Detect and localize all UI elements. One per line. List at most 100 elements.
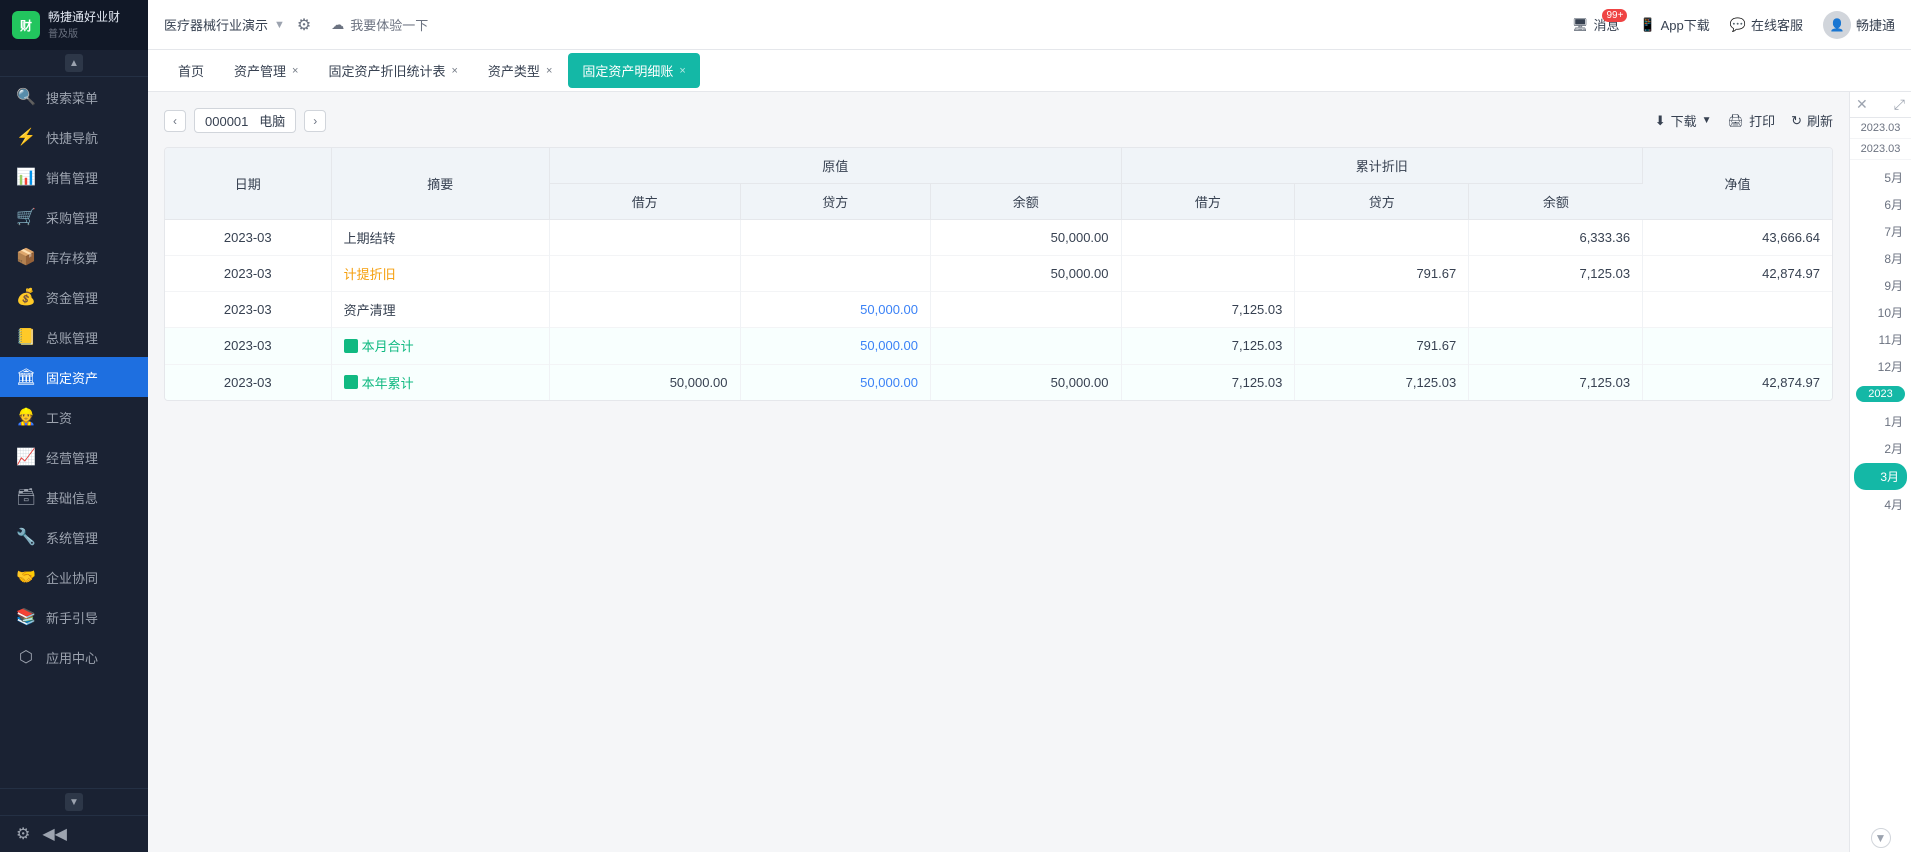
tab-asset-type[interactable]: 资产类型 × [474, 53, 566, 88]
purchase-icon: 🛒 [16, 207, 36, 227]
table-row: 2023-03计提折旧50,000.00791.677,125.0342,874… [165, 256, 1832, 292]
timeline-2023-4[interactable]: 4月 [1850, 491, 1911, 518]
tab-depreciation-close[interactable]: × [451, 65, 457, 77]
timeline-month-10[interactable]: 10月 [1850, 299, 1911, 326]
app-logo-icon: 财 [12, 11, 40, 39]
tab-fixed-asset-depreciation[interactable]: 固定资产折旧统计表 × [314, 53, 471, 88]
sidebar-item-app-center[interactable]: ⬡ 应用中心 [0, 637, 148, 677]
cooperation-icon: 🤝 [16, 567, 36, 587]
sidebar-scroll-down[interactable]: ▼ [65, 793, 83, 811]
timeline-month-12[interactable]: 12月 [1850, 353, 1911, 380]
download-label: 下载 [1671, 111, 1697, 130]
sidebar-item-payroll[interactable]: 👷 工资 [0, 397, 148, 437]
customer-service-label: 在线客服 [1751, 15, 1803, 34]
timeline-2023-3[interactable]: 3月 [1854, 463, 1907, 490]
refresh-icon: ↻ [1791, 113, 1802, 129]
app-center-icon: ⬡ [16, 647, 36, 667]
th-original-credit: 贷方 [740, 184, 930, 220]
sidebar-item-fixed-assets[interactable]: 🏛 固定资产 [0, 357, 148, 397]
collapse-icon[interactable]: ◀◀ [42, 824, 67, 844]
print-button[interactable]: 🖨 打印 [1728, 111, 1776, 130]
sales-icon: 📊 [16, 167, 36, 187]
company-dropdown-arrow: ▼ [274, 19, 285, 31]
sidebar: 财 畅捷通好业财 普及版 ▲ 🔍 搜索菜单 ⚡ 快捷导航 📊 销售管理 🛒 采购… [0, 0, 148, 852]
sidebar-scroll-up[interactable]: ▲ [65, 54, 83, 72]
timeline-close-icon[interactable]: ✕ [1856, 96, 1868, 113]
table-row: 2023-03上期结转50,000.006,333.3643,666.64 [165, 220, 1832, 256]
company-settings-icon[interactable]: ⚙ [297, 15, 311, 35]
funds-icon: 💰 [16, 287, 36, 307]
sidebar-item-label: 采购管理 [46, 208, 98, 227]
th-depreciation-credit: 贷方 [1295, 184, 1469, 220]
asset-name: 电脑 [259, 114, 285, 129]
tab-fixed-asset-detail[interactable]: 固定资产明细账 × [568, 53, 699, 88]
customer-service-button[interactable]: 💬 在线客服 [1730, 15, 1803, 34]
sidebar-item-cooperation[interactable]: 🤝 企业协同 [0, 557, 148, 597]
timeline-month-7[interactable]: 7月 [1850, 218, 1911, 245]
next-icon: › [313, 114, 317, 128]
sidebar-item-quick-nav[interactable]: ⚡ 快捷导航 [0, 117, 148, 157]
content-area: ‹ 000001 电脑 › ⬇ 下载 ▼ 🖨 [148, 92, 1911, 852]
th-net-value: 净值 [1643, 148, 1832, 220]
sidebar-item-ledger[interactable]: 📒 总账管理 [0, 317, 148, 357]
experience-cloud-icon: ☁ [331, 17, 344, 33]
sidebar-item-label: 库存核算 [46, 248, 98, 267]
timeline-month-9[interactable]: 9月 [1850, 272, 1911, 299]
main-area: 医疗器械行业演示 ▼ ⚙ ☁ 我要体验一下 🖥 消息 99+ 📱 App下载 💬… [148, 0, 1911, 852]
sidebar-item-search[interactable]: 🔍 搜索菜单 [0, 77, 148, 117]
tab-home[interactable]: 首页 [164, 53, 218, 88]
company-selector[interactable]: 医疗器械行业演示 ▼ [164, 15, 285, 34]
messages-badge: 99+ [1602, 9, 1627, 22]
th-original-balance: 余额 [931, 184, 1121, 220]
sidebar-item-system[interactable]: 🔧 系统管理 [0, 517, 148, 557]
timeline-month-6[interactable]: 6月 [1850, 191, 1911, 218]
messages-button[interactable]: 🖥 消息 99+ [1572, 15, 1620, 34]
sidebar-item-sales[interactable]: 📊 销售管理 [0, 157, 148, 197]
depre-link[interactable]: 计提折旧 [344, 267, 396, 282]
base-info-icon: 🗃 [16, 487, 36, 507]
timeline-month-5[interactable]: 5月 [1850, 164, 1911, 191]
timeline-expand-icon[interactable]: ⤢ [1894, 96, 1905, 113]
sidebar-item-operations[interactable]: 📈 经营管理 [0, 437, 148, 477]
timeline-month-11[interactable]: 11月 [1850, 326, 1911, 353]
summary-icon: 本月合计 [344, 336, 414, 355]
topbar: 医疗器械行业演示 ▼ ⚙ ☁ 我要体验一下 🖥 消息 99+ 📱 App下载 💬… [148, 0, 1911, 50]
timeline-top-year2: 2023.03 [1850, 139, 1911, 160]
tab-detail-close[interactable]: × [679, 65, 685, 77]
sidebar-item-label: 销售管理 [46, 168, 98, 187]
user-name: 畅捷通 [1856, 15, 1895, 34]
th-depreciation-group: 累计折旧 [1121, 148, 1643, 184]
timeline-month-8[interactable]: 8月 [1850, 245, 1911, 272]
sidebar-item-guide[interactable]: 📚 新手引导 [0, 597, 148, 637]
app-download-button[interactable]: 📱 App下载 [1639, 15, 1709, 34]
sidebar-item-inventory[interactable]: 📦 库存核算 [0, 237, 148, 277]
user-profile[interactable]: 👤 畅捷通 [1823, 11, 1895, 39]
ledger-icon: 📒 [16, 327, 36, 347]
asset-prev-button[interactable]: ‹ [164, 110, 186, 132]
refresh-label: 刷新 [1807, 111, 1833, 130]
tab-asset-management[interactable]: 资产管理 × [220, 53, 312, 88]
asset-next-button[interactable]: › [304, 110, 326, 132]
experience-button[interactable]: ☁ 我要体验一下 [331, 15, 428, 34]
timeline-scroll-down[interactable]: ▼ [1871, 828, 1891, 848]
guide-icon: 📚 [16, 607, 36, 627]
app-version: 普及版 [48, 25, 120, 40]
tab-asset-management-close[interactable]: × [292, 65, 298, 77]
refresh-button[interactable]: ↻ 刷新 [1791, 111, 1833, 130]
sidebar-item-base-info[interactable]: 🗃 基础信息 [0, 477, 148, 517]
tab-home-label: 首页 [178, 61, 204, 80]
timeline-year-2023: 2023 [1856, 386, 1905, 402]
settings-icon[interactable]: ⚙ [16, 824, 30, 844]
app-name: 畅捷通好业财 [48, 10, 120, 26]
timeline-2023-1[interactable]: 1月 [1850, 408, 1911, 435]
experience-label: 我要体验一下 [350, 15, 428, 34]
sidebar-item-purchase[interactable]: 🛒 采购管理 [0, 197, 148, 237]
inventory-icon: 📦 [16, 247, 36, 267]
timeline-2023-2[interactable]: 2月 [1850, 435, 1911, 462]
th-original-group: 原值 [550, 148, 1121, 184]
download-button[interactable]: ⬇ 下载 ▼ [1655, 111, 1712, 130]
timeline-panel: ✕ ⤢ 2023.03 2023.03 5月 6月 7月 8月 9月 10月 1… [1849, 92, 1911, 852]
tab-asset-type-close[interactable]: × [546, 65, 552, 77]
app-download-icon: 📱 [1639, 17, 1655, 33]
sidebar-item-funds[interactable]: 💰 资金管理 [0, 277, 148, 317]
